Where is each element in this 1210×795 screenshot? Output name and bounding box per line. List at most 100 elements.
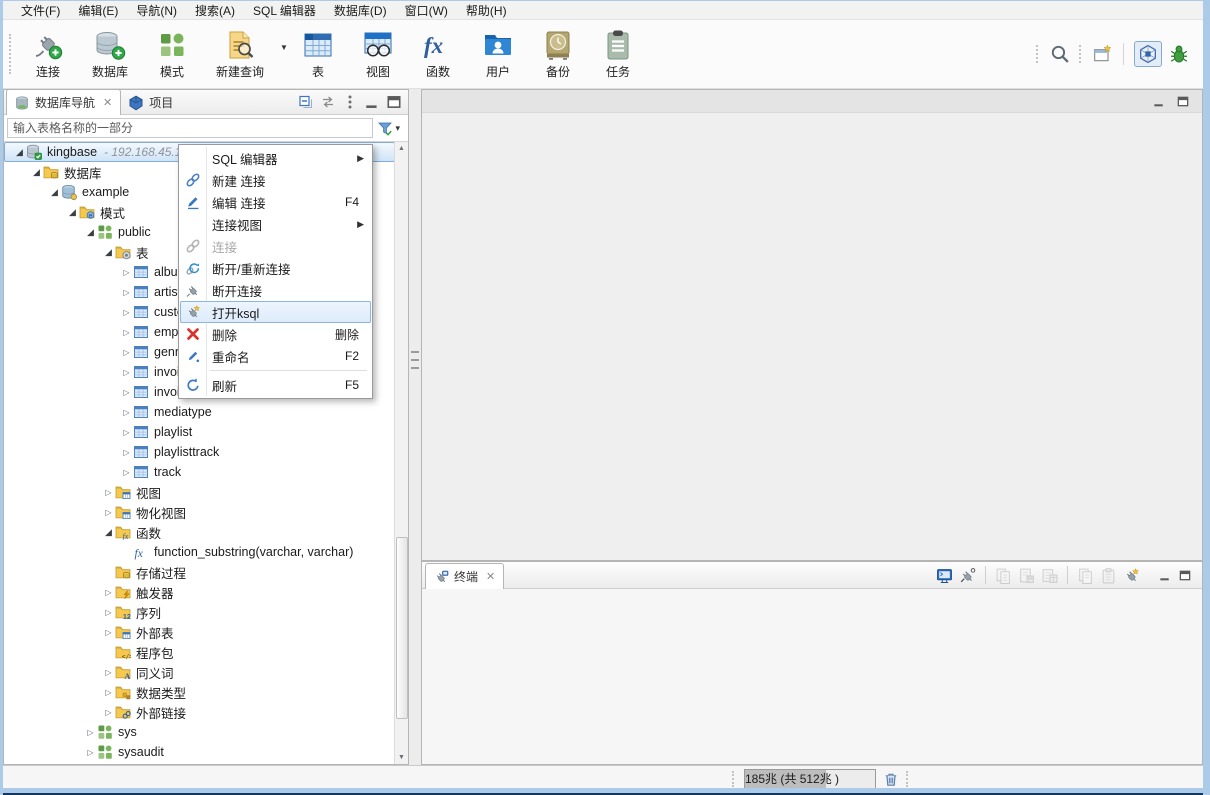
expand-arrow[interactable]: ▷: [102, 688, 115, 697]
view-menu-button[interactable]: [342, 94, 358, 110]
scroll-up-button[interactable]: ▲: [395, 142, 408, 155]
toolbar-button-new-table[interactable]: 表: [288, 26, 348, 83]
toolbar-button-connect[interactable]: 连接: [18, 26, 78, 83]
expand-arrow[interactable]: ▷: [102, 488, 115, 497]
context-menu-item-new-connection[interactable]: 新建 连接: [180, 169, 371, 191]
menubar-item-help[interactable]: 帮助(H): [458, 1, 515, 20]
expand-arrow[interactable]: ◢: [13, 147, 26, 158]
expand-arrow[interactable]: ▷: [120, 328, 133, 337]
minimize-terminal-button[interactable]: [1158, 569, 1172, 582]
toolbar-button-new-view[interactable]: 视图: [348, 26, 408, 83]
maximize-terminal-button[interactable]: [1178, 569, 1192, 582]
status-grip-left[interactable]: [732, 771, 737, 787]
expand-arrow[interactable]: ◢: [66, 207, 79, 218]
expand-arrow[interactable]: ▷: [120, 468, 133, 477]
copy-button[interactable]: [1077, 567, 1094, 584]
tree-item-synonyms[interactable]: ▷ A 同义词: [4, 662, 395, 682]
filter-button[interactable]: ▾: [377, 120, 408, 136]
toolbar-button-new-database[interactable]: 数据库: [78, 26, 142, 83]
toolbar-button-new-schema[interactable]: 模式: [142, 26, 202, 83]
expand-arrow[interactable]: ▷: [102, 668, 115, 677]
menubar-item-search[interactable]: 搜索(A): [187, 1, 243, 20]
expand-arrow[interactable]: ◢: [30, 167, 43, 178]
expand-arrow[interactable]: ▷: [102, 588, 115, 597]
tab-database-navigator[interactable]: 数据库导航 ✕: [6, 89, 122, 115]
menubar-item-database[interactable]: 数据库(D): [326, 1, 395, 20]
tree-item-functions[interactable]: ◢ fx 函数: [4, 522, 395, 542]
terminal-body[interactable]: [422, 589, 1202, 764]
tree-item-sys[interactable]: ▷ sys: [4, 722, 395, 742]
minimize-editor-button[interactable]: [1152, 95, 1166, 108]
tree-item-sequences[interactable]: ▷ 12 序列: [4, 602, 395, 622]
context-menu-item-reconnect[interactable]: 断开/重新连接: [180, 257, 371, 279]
tab-projects[interactable]: 项目: [121, 91, 181, 114]
paste-button[interactable]: [1100, 567, 1117, 584]
expand-arrow[interactable]: ▷: [120, 268, 133, 277]
collapse-all-button[interactable]: [298, 94, 314, 110]
minimize-panel-button[interactable]: [364, 94, 380, 110]
tree-item-data-types[interactable]: ▷ 数据类型: [4, 682, 395, 702]
close-tab-icon[interactable]: ✕: [103, 96, 112, 109]
open-terminal-button[interactable]: [936, 567, 953, 584]
menubar-item-edit[interactable]: 编辑(E): [70, 1, 126, 20]
maximize-editor-button[interactable]: [1176, 95, 1190, 108]
maximize-panel-button[interactable]: [386, 94, 402, 110]
new-window-button[interactable]: [1093, 44, 1113, 64]
tree-item-playlisttrack[interactable]: ▷ playlisttrack: [4, 442, 395, 462]
scroll-thumb[interactable]: [396, 537, 408, 719]
toolbar-button-backup[interactable]: 备份: [528, 26, 588, 83]
context-menu-item-disconnect[interactable]: 断开连接: [180, 279, 371, 301]
toolbar-button-users[interactable]: 用户: [468, 26, 528, 83]
tree-item-mediatype[interactable]: ▷ mediatype: [4, 402, 395, 422]
toolbar-button-new-query[interactable]: 新建查询: [202, 26, 278, 83]
expand-arrow[interactable]: ▷: [84, 748, 97, 757]
toggle-connection-button[interactable]: [959, 567, 976, 584]
expand-arrow[interactable]: ▷: [120, 288, 133, 297]
tree-item-sysaudit[interactable]: ▷ sysaudit: [4, 742, 395, 762]
perspective-button[interactable]: [1138, 44, 1158, 64]
tree-item-packages[interactable]: </> 程序包: [4, 642, 395, 662]
gc-trash-button[interactable]: [883, 771, 899, 788]
toolbar-button-tasks[interactable]: 任务: [588, 26, 648, 83]
toolbar-button-new-function[interactable]: fx 函数: [408, 26, 468, 83]
link-with-editor-button[interactable]: [320, 94, 336, 110]
splitter-grip[interactable]: [411, 351, 419, 369]
save-output-button[interactable]: [1018, 567, 1035, 584]
expand-arrow[interactable]: ▷: [102, 708, 115, 717]
tree-item-views[interactable]: ▷ 视图: [4, 482, 395, 502]
context-menu-item-connection-view[interactable]: 连接视图 ▶: [180, 213, 371, 235]
toolbar-grip[interactable]: [9, 34, 15, 74]
tree-item-procedures[interactable]: 存储过程: [4, 562, 395, 582]
context-menu-item-edit-connection[interactable]: 编辑 连接 F4: [180, 191, 371, 213]
menubar-item-sql-editor[interactable]: SQL 编辑器: [245, 1, 324, 20]
toolbar-right-grip2[interactable]: [1079, 45, 1084, 63]
status-grip-right[interactable]: [906, 771, 911, 787]
expand-arrow[interactable]: ▷: [120, 388, 133, 397]
expand-arrow[interactable]: ▷: [120, 408, 133, 417]
toolbar-dropdown-caret[interactable]: ▼: [280, 43, 288, 52]
tree-item-track[interactable]: ▷ track: [4, 462, 395, 482]
table-filter-input[interactable]: [7, 118, 374, 138]
scroll-down-button[interactable]: ▼: [395, 751, 408, 764]
tab-terminal[interactable]: 终端 ✕: [425, 563, 505, 589]
expand-arrow[interactable]: ◢: [102, 247, 115, 258]
expand-arrow[interactable]: ▷: [120, 368, 133, 377]
tree-item-triggers[interactable]: ▷ 触发器: [4, 582, 395, 602]
tree-item-playlist[interactable]: ▷ playlist: [4, 422, 395, 442]
context-menu-item-sql-editor[interactable]: SQL 编辑器 ▶: [180, 147, 371, 169]
panel-splitter[interactable]: [409, 89, 421, 765]
tree-item-foreign-tables[interactable]: ▷ 外部表: [4, 622, 395, 642]
expand-arrow[interactable]: ▷: [102, 608, 115, 617]
tree-item-materialized-views[interactable]: ▷ 物化视图: [4, 502, 395, 522]
menubar-item-file[interactable]: 文件(F): [13, 1, 68, 20]
expand-arrow[interactable]: ▷: [120, 308, 133, 317]
context-menu-item-refresh[interactable]: 刷新 F5: [180, 374, 371, 396]
expand-arrow[interactable]: ▷: [102, 628, 115, 637]
expand-arrow[interactable]: ▷: [84, 728, 97, 737]
expand-arrow[interactable]: ▷: [102, 508, 115, 517]
close-terminal-tab-icon[interactable]: ✕: [486, 570, 495, 583]
toolbar-right-grip[interactable]: [1036, 45, 1041, 63]
open-in-editor-button[interactable]: [1041, 567, 1058, 584]
heap-status[interactable]: 185兆 (共 512兆 ): [744, 768, 876, 790]
tree-scrollbar[interactable]: ▲ ▼: [394, 142, 408, 764]
